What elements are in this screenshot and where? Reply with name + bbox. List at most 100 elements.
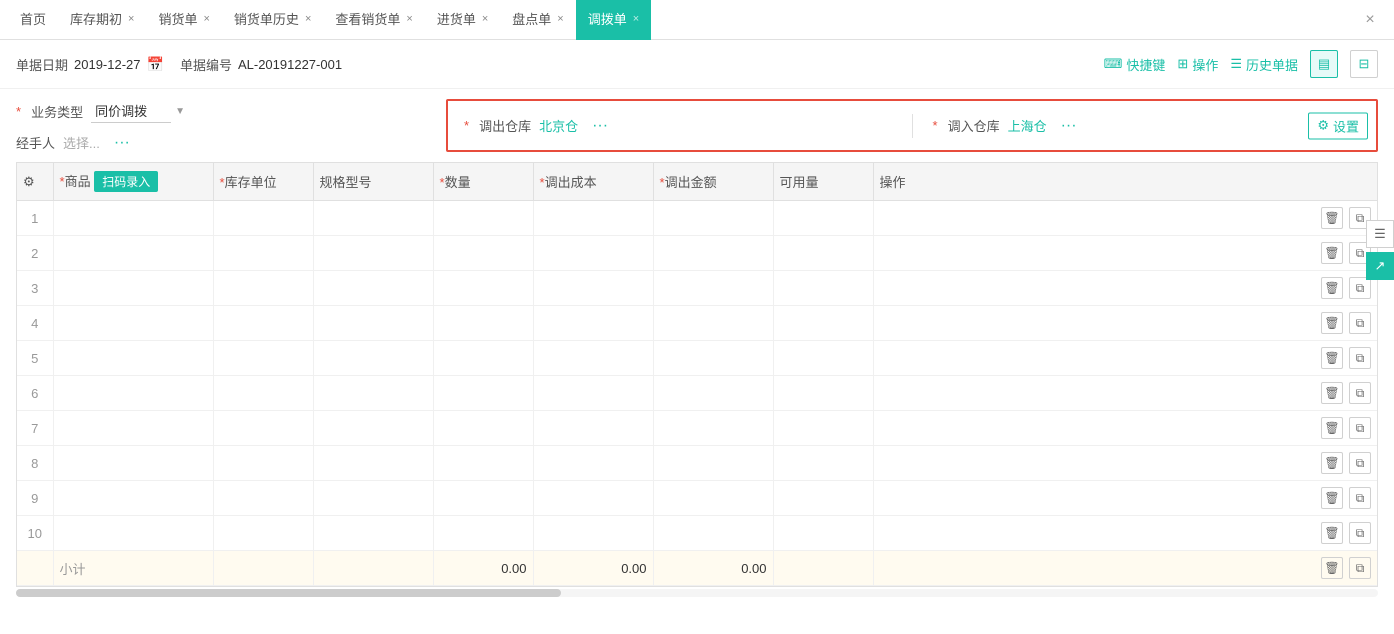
tab-purchase-order[interactable]: 进货单 × [425, 0, 500, 40]
delete-btn[interactable]: 🗑 [1321, 452, 1343, 474]
tab-close-purchase-order[interactable]: × [482, 13, 488, 25]
available-cell[interactable] [773, 481, 873, 516]
copy-btn[interactable]: ⧉ [1349, 522, 1371, 544]
cost-cell[interactable] [533, 341, 653, 376]
unit-cell[interactable] [213, 516, 313, 551]
quantity-cell[interactable] [433, 341, 533, 376]
source-warehouse-value[interactable]: 北京仓 [539, 116, 578, 135]
delete-btn[interactable]: 🗑 [1321, 242, 1343, 264]
unit-cell[interactable] [213, 341, 313, 376]
tab-sales-history[interactable]: 销货单历史 × [222, 0, 323, 40]
copy-btn-sub[interactable]: ⧉ [1349, 557, 1371, 579]
copy-btn[interactable]: ⧉ [1349, 312, 1371, 334]
layout-btn-1[interactable]: ▤ [1310, 50, 1338, 78]
operation-action[interactable]: ⊞ 操作 [1177, 55, 1218, 74]
layout-btn-2[interactable]: ⊟ [1350, 50, 1378, 78]
amount-cell[interactable] [653, 271, 773, 306]
delete-btn[interactable]: 🗑 [1321, 347, 1343, 369]
settings-button[interactable]: ⚙ 设置 [1308, 112, 1368, 139]
tab-home[interactable]: 首页 [8, 0, 58, 40]
unit-cell[interactable] [213, 201, 313, 236]
tab-sales-order[interactable]: 销货单 × [146, 0, 221, 40]
scan-btn[interactable]: 扫码录入 [94, 171, 158, 192]
delete-btn[interactable]: 🗑 [1321, 417, 1343, 439]
unit-cell[interactable] [213, 376, 313, 411]
target-warehouse-more-icon[interactable]: ··· [1061, 117, 1077, 135]
tab-inventory-init[interactable]: 库存期初 × [58, 0, 146, 40]
cost-cell[interactable] [533, 306, 653, 341]
product-cell[interactable] [53, 341, 213, 376]
copy-btn[interactable]: ⧉ [1349, 452, 1371, 474]
tab-close-sales-order[interactable]: × [203, 13, 209, 25]
unit-cell[interactable] [213, 481, 313, 516]
spec-cell[interactable] [313, 271, 433, 306]
spec-cell[interactable] [313, 306, 433, 341]
cost-cell[interactable] [533, 446, 653, 481]
tab-check-sales[interactable]: 查看销货单 × [323, 0, 424, 40]
delete-btn[interactable]: 🗑 [1321, 312, 1343, 334]
cost-cell[interactable] [533, 271, 653, 306]
amount-cell[interactable] [653, 306, 773, 341]
amount-cell[interactable] [653, 341, 773, 376]
tab-close-inventory-count[interactable]: × [557, 13, 563, 25]
quantity-cell[interactable] [433, 271, 533, 306]
window-close-button[interactable]: × [1354, 4, 1386, 36]
cost-cell[interactable] [533, 236, 653, 271]
tab-close-inventory-init[interactable]: × [128, 13, 134, 25]
unit-cell[interactable] [213, 306, 313, 341]
spec-cell[interactable] [313, 201, 433, 236]
spec-cell[interactable] [313, 481, 433, 516]
product-cell[interactable] [53, 271, 213, 306]
cost-cell[interactable] [533, 201, 653, 236]
right-export-btn[interactable]: ↗ [1366, 252, 1394, 280]
amount-cell[interactable] [653, 446, 773, 481]
available-cell[interactable] [773, 236, 873, 271]
amount-cell[interactable] [653, 481, 773, 516]
copy-btn[interactable]: ⧉ [1349, 487, 1371, 509]
quantity-cell[interactable] [433, 201, 533, 236]
spec-cell[interactable] [313, 376, 433, 411]
spec-cell[interactable] [313, 411, 433, 446]
amount-cell[interactable] [653, 201, 773, 236]
delete-btn[interactable]: 🗑 [1321, 487, 1343, 509]
product-cell[interactable] [53, 201, 213, 236]
delete-btn-sub[interactable]: 🗑 [1321, 557, 1343, 579]
target-warehouse-value[interactable]: 上海仓 [1008, 116, 1047, 135]
delete-btn[interactable]: 🗑 [1321, 277, 1343, 299]
delete-btn[interactable]: 🗑 [1321, 382, 1343, 404]
unit-cell[interactable] [213, 411, 313, 446]
gear-icon[interactable]: ⚙ [23, 174, 35, 189]
quantity-cell[interactable] [433, 236, 533, 271]
spec-cell[interactable] [313, 516, 433, 551]
delete-btn[interactable]: 🗑 [1321, 522, 1343, 544]
product-cell[interactable] [53, 236, 213, 271]
spec-cell[interactable] [313, 341, 433, 376]
available-cell[interactable] [773, 341, 873, 376]
amount-cell[interactable] [653, 516, 773, 551]
copy-btn[interactable]: ⧉ [1349, 277, 1371, 299]
copy-btn[interactable]: ⧉ [1349, 347, 1371, 369]
cost-cell[interactable] [533, 411, 653, 446]
shortcut-action[interactable]: ⌨ 快捷键 [1104, 55, 1166, 74]
product-cell[interactable] [53, 446, 213, 481]
delete-btn[interactable]: 🗑 [1321, 207, 1343, 229]
cost-cell[interactable] [533, 376, 653, 411]
product-cell[interactable] [53, 516, 213, 551]
product-cell[interactable] [53, 481, 213, 516]
unit-cell[interactable] [213, 446, 313, 481]
quantity-cell[interactable] [433, 516, 533, 551]
spec-cell[interactable] [313, 236, 433, 271]
cost-cell[interactable] [533, 516, 653, 551]
tab-transfer-order[interactable]: 调拨单 × [576, 0, 651, 40]
copy-btn[interactable]: ⧉ [1349, 417, 1371, 439]
quantity-cell[interactable] [433, 376, 533, 411]
available-cell[interactable] [773, 271, 873, 306]
quantity-cell[interactable] [433, 411, 533, 446]
tab-close-check-sales[interactable]: × [406, 13, 412, 25]
unit-cell[interactable] [213, 236, 313, 271]
amount-cell[interactable] [653, 411, 773, 446]
available-cell[interactable] [773, 446, 873, 481]
person-more-icon[interactable]: ··· [114, 134, 130, 152]
product-cell[interactable] [53, 411, 213, 446]
tab-inventory-count[interactable]: 盘点单 × [500, 0, 575, 40]
